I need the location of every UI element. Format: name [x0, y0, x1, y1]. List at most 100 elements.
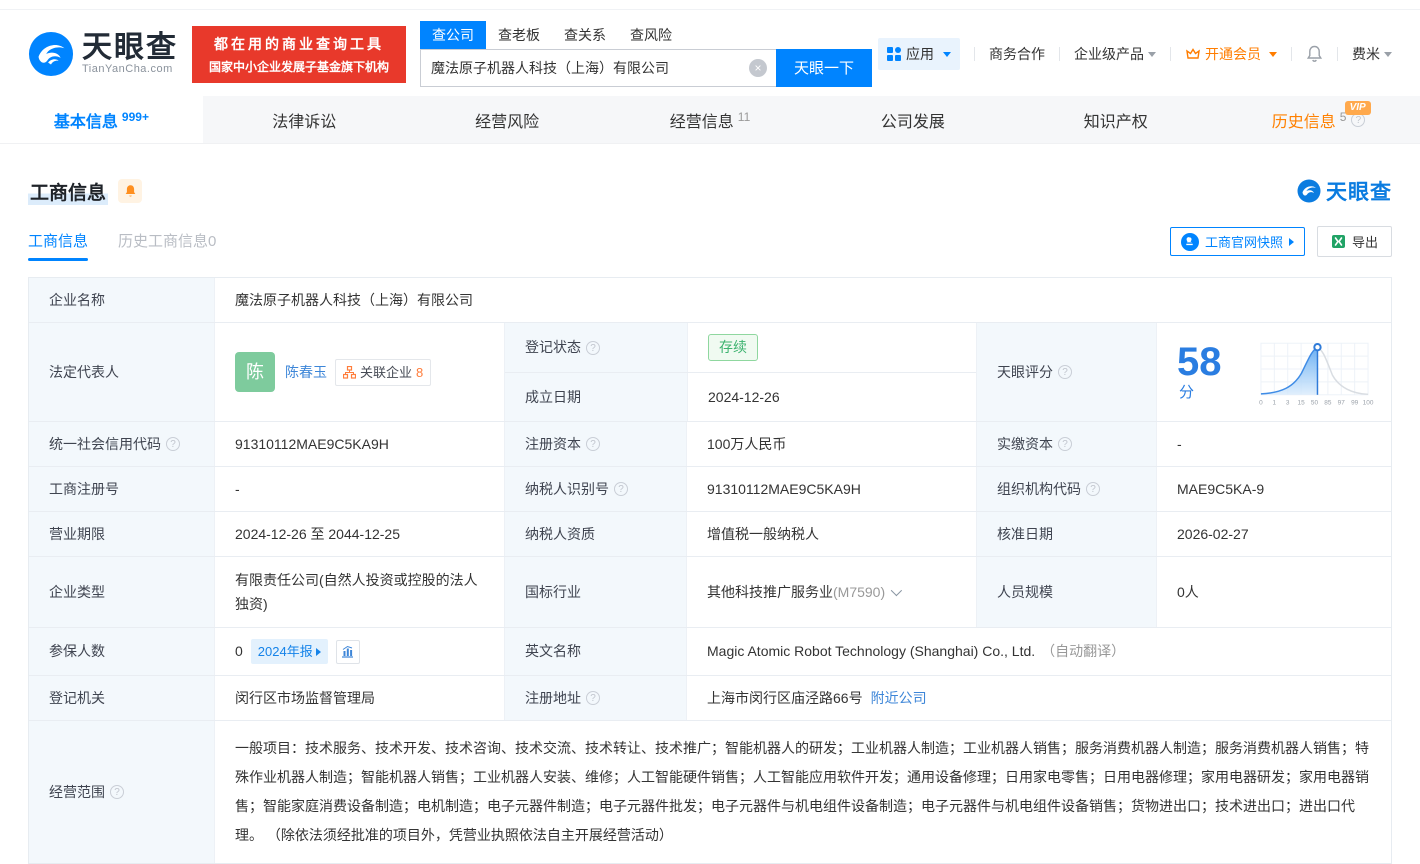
help-icon[interactable]: ?: [1058, 365, 1072, 379]
nav-enterprise[interactable]: 企业级产品: [1074, 44, 1156, 64]
nav-divider: [974, 47, 975, 61]
staff-size-label: 人员规模: [976, 557, 1156, 627]
label-text: 统一社会信用代码: [49, 435, 161, 452]
table-row: 工商注册号 - 纳税人识别号 ? 91310112MAE9C5KA9H 组织机构…: [29, 467, 1391, 512]
approval-date-label: 核准日期: [976, 512, 1156, 556]
table-row: 企业类型 有限责任公司(自然人投资或控股的法人独资) 国标行业 其他科技推广服务…: [29, 557, 1391, 628]
annual-report-chip[interactable]: 2024年报: [250, 639, 328, 664]
chevron-down-icon[interactable]: [890, 584, 903, 597]
legal-rep-label: 法定代表人: [29, 323, 214, 421]
export-button[interactable]: 导出: [1316, 226, 1392, 257]
search-area: 查公司 查老板 查关系 查风险 × 天眼一下: [420, 20, 872, 87]
search-tab-boss[interactable]: 查老板: [486, 21, 552, 49]
tab-company-development[interactable]: 公司发展: [811, 96, 1014, 143]
help-icon[interactable]: ?: [614, 482, 628, 496]
enterprise-label: 企业级产品: [1074, 46, 1144, 62]
taxpayer-quality-value: 增值税一般纳税人: [686, 512, 976, 556]
svg-text:99: 99: [1351, 400, 1359, 407]
reg-status-label: 登记状态 ?: [505, 323, 687, 372]
svg-text:0: 0: [1259, 400, 1263, 407]
tab-intellectual-property[interactable]: 知识产权: [1014, 96, 1217, 143]
tianyancha-logo[interactable]: 天眼查 TianYanCha.com: [28, 31, 178, 77]
tab-operation-info[interactable]: 经营信息 11: [609, 96, 812, 143]
clear-search-icon[interactable]: ×: [749, 58, 767, 77]
nav-cooperation[interactable]: 商务合作: [989, 44, 1045, 64]
nav-user-account[interactable]: 费米: [1352, 44, 1392, 64]
reg-capital-value: 100万人民币: [686, 422, 976, 466]
label-text: 实缴资本: [997, 435, 1053, 452]
tab-label: 历史信息: [1271, 113, 1336, 131]
label-text: 纳税人识别号: [525, 480, 609, 497]
tab-label: 经营风险: [475, 113, 540, 131]
est-date-label: 成立日期: [505, 373, 687, 421]
score-distribution-chart[interactable]: 0 1 3 15 50 85 97 99 100: [1254, 335, 1375, 409]
search-tab-relation[interactable]: 查关系: [552, 21, 618, 49]
official-snapshot-button[interactable]: 工商官网快照: [1169, 227, 1305, 256]
reg-capital-label: 注册资本 ?: [504, 422, 686, 466]
insured-trend-button[interactable]: [335, 639, 360, 664]
help-icon[interactable]: ?: [1086, 482, 1100, 496]
svg-text:50: 50: [1311, 400, 1319, 407]
subtab-history-business-info[interactable]: 历史工商信息0: [118, 230, 216, 261]
subscribe-bell-button[interactable]: [118, 179, 143, 203]
help-icon[interactable]: ?: [586, 691, 600, 705]
arrow-right-icon: [1288, 237, 1294, 246]
tab-label: 法律诉讼: [272, 113, 337, 131]
tab-label: 经营信息: [669, 113, 734, 131]
nav-vip-upgrade[interactable]: 开通会员: [1185, 44, 1277, 64]
table-row: 成立日期 2024-12-26: [505, 372, 976, 421]
english-name-value: Magic Atomic Robot Technology (Shanghai)…: [707, 643, 1036, 659]
apps-menu[interactable]: 应用: [878, 38, 960, 70]
insured-cell: 0 2024年报: [214, 628, 504, 675]
label-text: 注册地址: [525, 689, 581, 706]
search-input[interactable]: [421, 49, 749, 86]
company-type-label: 企业类型: [29, 557, 214, 627]
svg-text:100: 100: [1363, 400, 1374, 407]
help-icon[interactable]: ?: [586, 437, 600, 451]
nearby-companies-link[interactable]: 附近公司: [871, 688, 927, 709]
help-icon[interactable]: ?: [1058, 437, 1072, 451]
tab-legal-proceedings[interactable]: 法律诉讼: [203, 96, 406, 143]
logo-domain: TianYanCha.com: [82, 63, 173, 75]
apps-label: 应用: [906, 46, 934, 62]
search-button[interactable]: 天眼一下: [776, 48, 872, 87]
apps-caret-icon: [943, 51, 951, 57]
label-text: 天眼评分: [997, 363, 1053, 380]
tab-history-info[interactable]: VIP 历史信息 5 ?: [1217, 96, 1420, 143]
business-info-table: 企业名称 魔法原子机器人科技（上海）有限公司 法定代表人 陈 陈春玉 关联企业 …: [28, 277, 1392, 864]
table-row: 经营范围 ? 一般项目：技术服务、技术开发、技术咨询、技术交流、技术转让、技术推…: [29, 721, 1391, 863]
reg-authority-value: 闵行区市场监督管理局: [214, 676, 504, 720]
legal-rep-avatar[interactable]: 陈: [235, 352, 275, 392]
subtab-business-info[interactable]: 工商信息: [28, 230, 89, 261]
search-tab-company[interactable]: 查公司: [420, 20, 486, 49]
table-row: 登记状态 ? 存续: [505, 323, 976, 372]
help-icon[interactable]: ?: [110, 785, 124, 799]
score-value: 58分: [1177, 342, 1238, 403]
notification-bell-icon[interactable]: [1306, 45, 1323, 63]
staff-size-value: 0人: [1156, 557, 1391, 627]
related-companies-chip[interactable]: 关联企业 8: [335, 358, 432, 386]
vip-label: 开通会员: [1205, 46, 1261, 62]
related-count: 8: [416, 364, 424, 380]
export-label: 导出: [1351, 235, 1378, 250]
vip-caret-icon: [1269, 51, 1277, 57]
org-network-icon: [343, 365, 356, 379]
address-label: 注册地址 ?: [504, 676, 686, 720]
search-tab-risk[interactable]: 查风险: [618, 21, 684, 49]
reg-number-value: -: [214, 467, 504, 511]
tab-operation-risk[interactable]: 经营风险: [406, 96, 609, 143]
tab-label: 公司发展: [880, 113, 945, 131]
uscc-value: 91310112MAE9C5KA9H: [214, 422, 504, 466]
business-term-value: 2024-12-26 至 2044-12-25: [214, 512, 504, 556]
org-code-label: 组织机构代码 ?: [976, 467, 1156, 511]
label-text: 登记状态: [525, 339, 581, 355]
reg-status-cell: 存续: [687, 323, 976, 372]
uscc-label: 统一社会信用代码 ?: [29, 422, 214, 466]
industry-label: 国标行业: [504, 557, 686, 627]
legal-rep-name-link[interactable]: 陈春玉: [285, 362, 327, 383]
tab-basic-info[interactable]: 基本信息 999+: [0, 96, 203, 143]
help-icon[interactable]: ?: [166, 437, 180, 451]
reg-number-label: 工商注册号: [29, 467, 214, 511]
help-icon[interactable]: ?: [586, 340, 600, 355]
search-box: × 天眼一下: [420, 48, 872, 87]
